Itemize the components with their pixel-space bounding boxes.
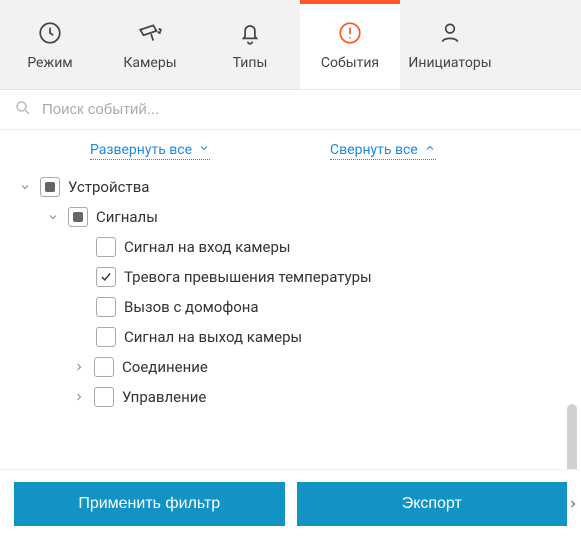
checkbox-signals[interactable] bbox=[68, 207, 88, 227]
checkbox-item[interactable] bbox=[96, 327, 116, 347]
expand-collapse-row: Развернуть все Свернуть все bbox=[0, 130, 581, 168]
tree-node-label: Устройства bbox=[68, 178, 149, 196]
tab-cameras-label: Камеры bbox=[123, 55, 176, 71]
tree-node-control[interactable]: Управление bbox=[18, 382, 571, 412]
tab-events-label: События bbox=[321, 55, 379, 71]
tab-mode-label: Режим bbox=[27, 55, 72, 71]
export-button[interactable]: Экспорт bbox=[297, 482, 568, 526]
chevron-up-icon bbox=[424, 142, 436, 158]
scrollbar-thumb[interactable] bbox=[567, 404, 577, 474]
expand-all-label: Развернуть все bbox=[90, 142, 192, 158]
tree-node-label: Вызов с домофона bbox=[124, 298, 259, 316]
chevron-right-icon[interactable] bbox=[567, 498, 579, 510]
tree-node-label: Сигналы bbox=[96, 208, 158, 226]
expand-all-link[interactable]: Развернуть все bbox=[90, 142, 210, 160]
tree-node-signal-item[interactable]: Вызов с домофона bbox=[18, 292, 571, 322]
search-row bbox=[0, 90, 581, 130]
tree-node-signal-item[interactable]: Тревога превышения температуры bbox=[18, 262, 571, 292]
tree-node-signals[interactable]: Сигналы bbox=[18, 202, 571, 232]
search-input[interactable] bbox=[42, 101, 567, 118]
apply-filter-button[interactable]: Применить фильтр bbox=[14, 482, 285, 526]
chevron-down-icon[interactable] bbox=[18, 180, 32, 194]
alert-icon bbox=[336, 19, 364, 47]
checkbox-item[interactable] bbox=[96, 297, 116, 317]
search-icon bbox=[14, 99, 32, 121]
clock-icon bbox=[36, 19, 64, 47]
tree-node-label: Управление bbox=[122, 388, 206, 406]
checkbox-item[interactable] bbox=[96, 237, 116, 257]
export-label: Экспорт bbox=[402, 495, 462, 513]
camera-icon bbox=[136, 19, 164, 47]
tree-node-label: Сигнал на выход камеры bbox=[124, 328, 302, 346]
collapse-all-link[interactable]: Свернуть все bbox=[330, 142, 436, 160]
checkbox-control[interactable] bbox=[94, 387, 114, 407]
tab-mode[interactable]: Режим bbox=[0, 0, 100, 89]
tab-initiators-label: Инициаторы bbox=[408, 55, 491, 71]
tab-types-label: Типы bbox=[233, 55, 268, 71]
events-tree: Устройства Сигналы Сигнал на вход камеры… bbox=[0, 168, 581, 488]
bell-icon bbox=[236, 19, 264, 47]
top-tabs: Режим Камеры Типы События Инициаторы bbox=[0, 0, 581, 90]
chevron-right-icon[interactable] bbox=[72, 390, 86, 404]
tree-node-connection[interactable]: Соединение bbox=[18, 352, 571, 382]
tab-types[interactable]: Типы bbox=[200, 0, 300, 89]
tree-node-label: Сигнал на вход камеры bbox=[124, 238, 291, 256]
tab-initiators[interactable]: Инициаторы bbox=[400, 0, 500, 89]
chevron-down-icon[interactable] bbox=[46, 210, 60, 224]
chevron-down-icon bbox=[198, 142, 210, 158]
tree-node-label: Соединение bbox=[122, 358, 208, 376]
checkbox-devices[interactable] bbox=[40, 177, 60, 197]
tree-node-label: Тревога превышения температуры bbox=[124, 268, 372, 286]
checkbox-connection[interactable] bbox=[94, 357, 114, 377]
chevron-right-icon[interactable] bbox=[72, 360, 86, 374]
tab-events[interactable]: События bbox=[300, 0, 400, 89]
apply-filter-label: Применить фильтр bbox=[78, 495, 220, 513]
tab-cameras[interactable]: Камеры bbox=[100, 0, 200, 89]
user-icon bbox=[436, 19, 464, 47]
checkbox-item[interactable] bbox=[96, 267, 116, 287]
collapse-all-label: Свернуть все bbox=[330, 142, 418, 158]
tree-node-devices[interactable]: Устройства bbox=[18, 172, 571, 202]
tree-node-signal-item[interactable]: Сигнал на вход камеры bbox=[18, 232, 571, 262]
tree-node-signal-item[interactable]: Сигнал на выход камеры bbox=[18, 322, 571, 352]
bottom-bar: Применить фильтр Экспорт bbox=[0, 469, 581, 538]
